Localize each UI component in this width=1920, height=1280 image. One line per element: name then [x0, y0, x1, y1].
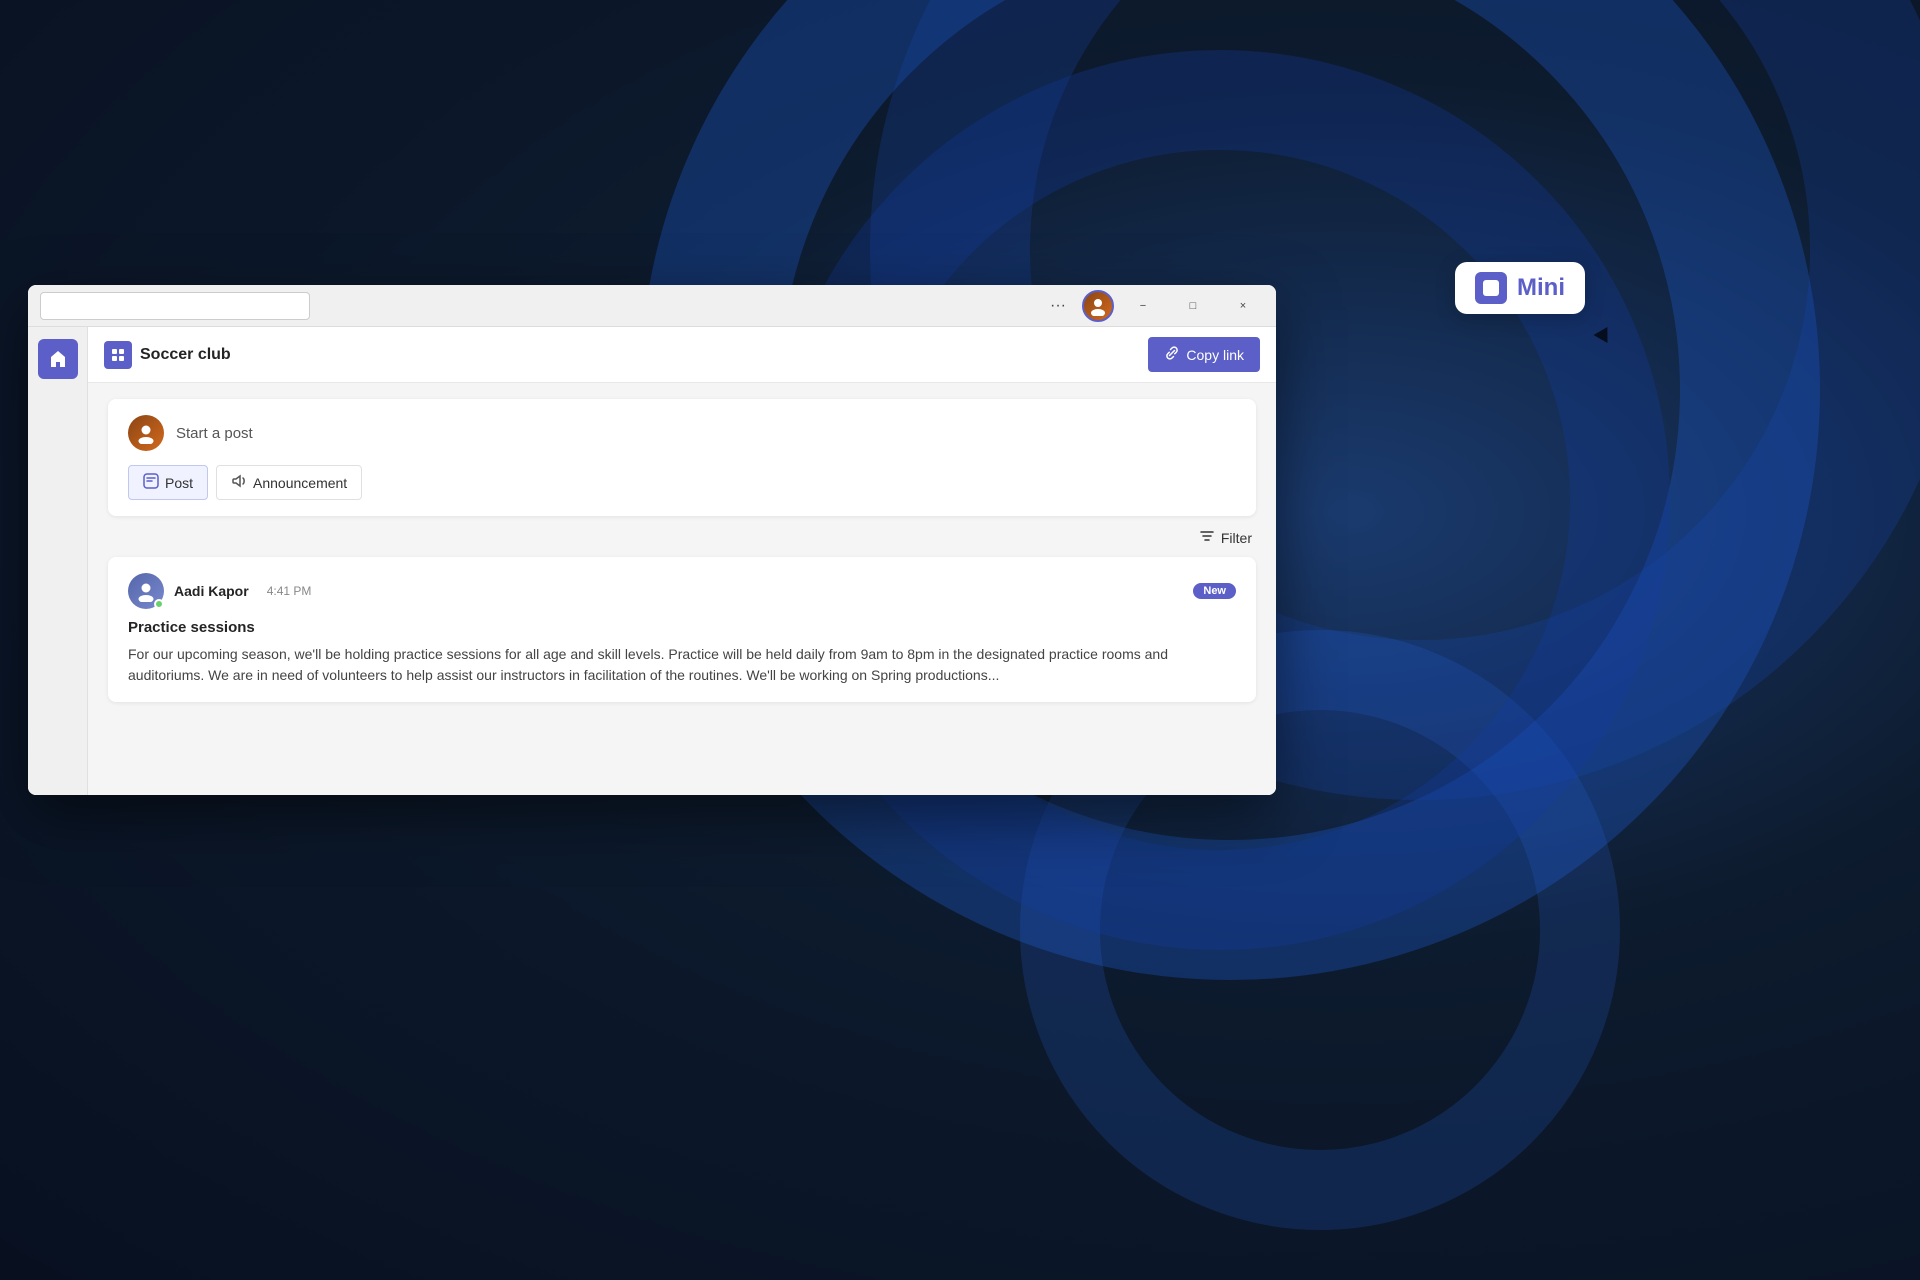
- more-button[interactable]: ···: [1042, 290, 1074, 322]
- announcement-button-label: Announcement: [253, 475, 347, 491]
- main-content: Soccer club Copy link: [88, 327, 1276, 795]
- channel-name: Soccer club: [104, 341, 231, 369]
- post-body: For our upcoming season, we'll be holdin…: [128, 644, 1236, 686]
- mini-tooltip: Mini: [1455, 262, 1585, 314]
- post-button-label: Post: [165, 475, 193, 491]
- channel-title: Soccer club: [140, 346, 231, 364]
- mini-label: Mini: [1517, 274, 1565, 302]
- teams-mini-logo: [1475, 272, 1507, 304]
- announcement-button[interactable]: Announcement: [216, 465, 362, 500]
- feed: Start a post Post: [88, 383, 1276, 795]
- sidebar: [28, 327, 88, 795]
- filter-button[interactable]: Filter: [1199, 528, 1252, 547]
- start-post-header: Start a post: [128, 415, 1236, 451]
- start-post-card: Start a post Post: [108, 399, 1256, 516]
- post-author-avatar: [128, 573, 164, 609]
- sidebar-home-icon[interactable]: [38, 339, 78, 379]
- post-card: Aadi Kapor 4:41 PM New Practice sessions…: [108, 557, 1256, 702]
- post-time: 4:41 PM: [267, 584, 312, 598]
- new-badge: New: [1193, 583, 1236, 599]
- channel-header: Soccer club Copy link: [88, 327, 1276, 383]
- maximize-button[interactable]: □: [1172, 285, 1214, 327]
- post-author-info: Aadi Kapor 4:41 PM: [128, 573, 311, 609]
- title-bar-controls: ··· − □ ×: [1042, 285, 1264, 327]
- channel-icon: [104, 341, 132, 369]
- copy-link-label: Copy link: [1186, 347, 1244, 363]
- start-post-input[interactable]: Start a post: [176, 425, 253, 442]
- copy-link-button[interactable]: Copy link: [1148, 337, 1260, 372]
- announcement-icon: [231, 473, 247, 492]
- filter-label: Filter: [1221, 530, 1252, 546]
- post-actions: Post Announcement: [128, 465, 1236, 500]
- close-button[interactable]: ×: [1222, 285, 1264, 327]
- online-status-dot: [154, 599, 164, 609]
- post-button[interactable]: Post: [128, 465, 208, 500]
- app-content: Soccer club Copy link: [28, 327, 1276, 795]
- filter-bar: Filter: [108, 528, 1256, 547]
- search-box[interactable]: [40, 292, 310, 320]
- filter-icon: [1199, 528, 1215, 547]
- app-window: ··· − □ ×: [28, 285, 1276, 795]
- post-icon: [143, 473, 159, 492]
- current-user-avatar: [128, 415, 164, 451]
- post-title: Practice sessions: [128, 619, 1236, 636]
- title-bar-left: [40, 292, 1042, 320]
- minimize-button[interactable]: −: [1122, 285, 1164, 327]
- link-icon: [1164, 345, 1180, 364]
- title-bar: ··· − □ ×: [28, 285, 1276, 327]
- post-author-name[interactable]: Aadi Kapor: [174, 583, 249, 599]
- post-header: Aadi Kapor 4:41 PM New: [128, 573, 1236, 609]
- user-avatar-button[interactable]: [1082, 290, 1114, 322]
